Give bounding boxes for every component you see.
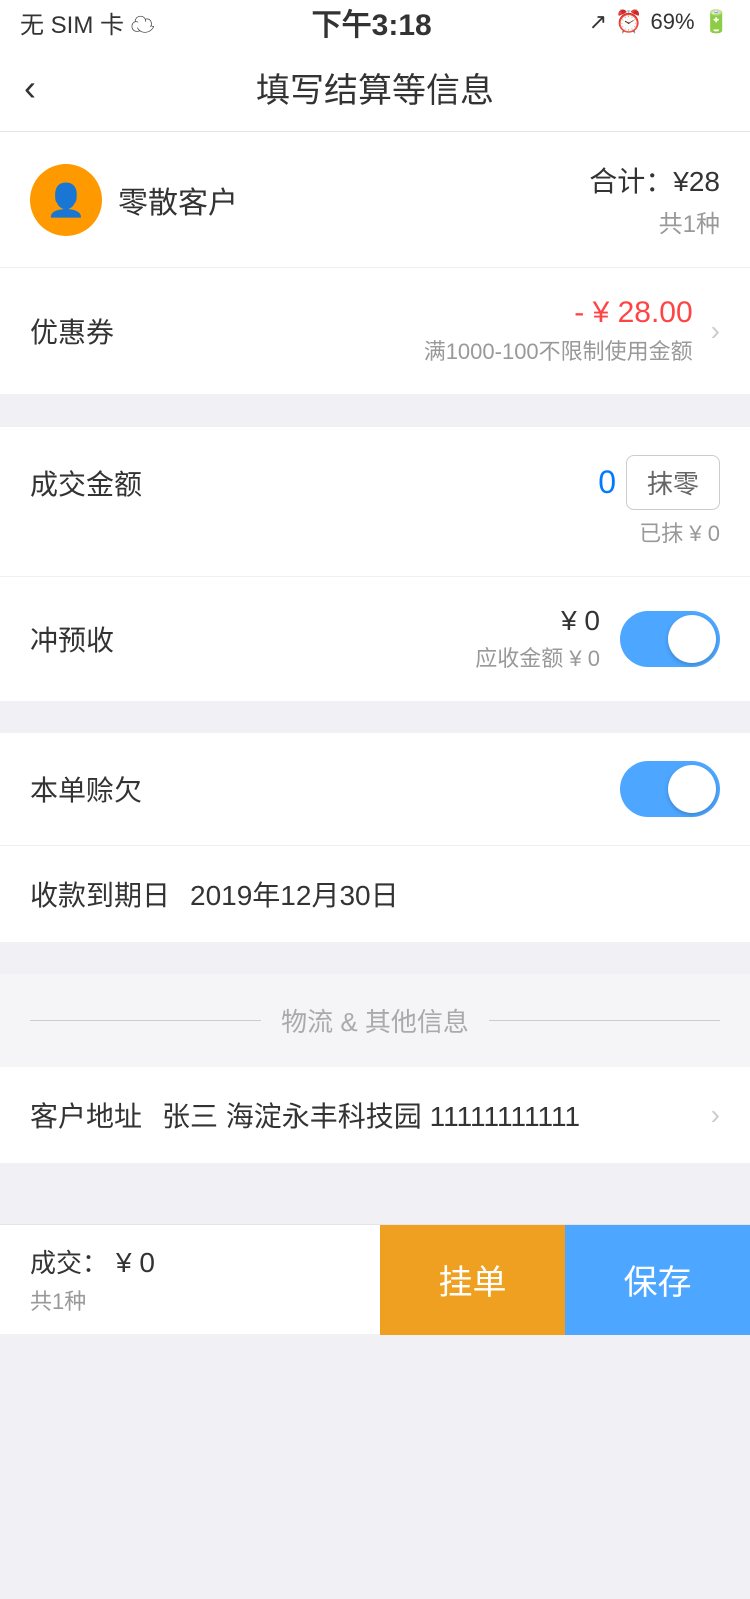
prereceive-sub: 应收金额 ¥ 0 [475,641,600,673]
customer-card: 👤 零散客户 合计：¥28 共1种 优惠券 - ¥ 28.00 满1000-10… [0,132,750,394]
bottom-count: 共1种 [30,1284,350,1316]
transaction-label: 成交金额 [30,463,142,503]
customer-name: 零散客户 [118,178,238,222]
due-date-label: 收款到期日 [30,874,170,914]
debit-label: 本单赊欠 [30,769,142,809]
status-left: 无 SIM 卡 ☁ [20,5,155,40]
save-button[interactable]: 保存 [565,1225,750,1335]
coupon-values: - ¥ 28.00 满1000-100不限制使用金额 [424,296,693,366]
customer-row: 👤 零散客户 合计：¥28 共1种 [0,132,750,267]
status-bar: 无 SIM 卡 ☁ 下午3:18 ↗ ⏰ 69% 🔋 [0,0,750,44]
coupon-sub: 满1000-100不限制使用金额 [424,334,693,366]
debit-toggle[interactable] [620,761,720,817]
debit-card: 本单赊欠 收款到期日 2019年12月30日 [0,733,750,942]
prereceive-toggle[interactable] [620,611,720,667]
address-value: 张三 海淀永丰科技园 11111111111 [162,1095,703,1135]
customer-left: 👤 零散客户 [30,164,238,236]
transaction-sub: 已抹 ¥ 0 [30,516,720,548]
bottom-deal-label: 成交： [30,1243,108,1280]
due-date-value: 2019年12月30日 [190,874,399,914]
back-button[interactable]: ‹ [24,67,36,109]
status-time: 下午3:18 [312,0,432,44]
prereceive-row: 冲预收 ¥ 0 应收金额 ¥ 0 [0,576,750,701]
divider-line-left [30,1020,261,1021]
section-divider-3 [0,958,750,974]
battery-icon: 🔋 [703,9,730,35]
transaction-amount-header: 成交金额 0 抹零 [30,455,720,510]
due-date-row: 收款到期日 2019年12月30日 [0,845,750,942]
prereceive-values: ¥ 0 应收金额 ¥ 0 [475,605,600,673]
address-row[interactable]: 客户地址 张三 海淀永丰科技园 11111111111 › [0,1067,750,1163]
alarm-icon: ⏰ [615,9,642,35]
section-divider-2 [0,717,750,733]
address-label: 客户地址 [30,1095,142,1135]
logistics-divider: 物流 & 其他信息 [0,974,750,1067]
chevron-right-icon: › [711,315,720,347]
avatar-icon: 👤 [46,181,86,219]
location-icon: ↗ [589,9,607,35]
bottom-bar: 成交： ¥ 0 共1种 挂单 保存 [0,1224,750,1334]
prereceive-label: 冲预收 [30,619,114,659]
debit-row: 本单赊欠 [0,733,750,845]
battery-level: 69% [651,9,695,35]
transaction-right: 0 抹零 [598,455,720,510]
avatar: 👤 [30,164,102,236]
coupon-value: - ¥ 28.00 [424,296,693,330]
hold-button[interactable]: 挂单 [380,1225,565,1335]
total-count: 共1种 [589,204,720,239]
coupon-label: 优惠券 [30,311,114,351]
address-card: 客户地址 张三 海淀永丰科技园 11111111111 › [0,1067,750,1163]
coupon-row[interactable]: 优惠券 - ¥ 28.00 满1000-100不限制使用金额 › [0,267,750,394]
transaction-value: 0 [598,464,616,501]
bottom-info: 成交： ¥ 0 共1种 [0,1243,380,1316]
customer-summary: 合计：¥28 共1种 [589,160,720,239]
coupon-right: - ¥ 28.00 满1000-100不限制使用金额 › [424,296,720,366]
prereceive-right: ¥ 0 应收金额 ¥ 0 [475,605,720,673]
round-zero-button[interactable]: 抹零 [626,455,720,510]
section-divider-1 [0,410,750,426]
nav-bar: ‹ 填写结算等信息 [0,44,750,132]
page-title: 填写结算等信息 [256,63,494,112]
divider-line-right [489,1020,720,1021]
address-chevron-icon: › [711,1099,720,1131]
content: 👤 零散客户 合计：¥28 共1种 优惠券 - ¥ 28.00 满1000-10… [0,132,750,1599]
transaction-amount-row: 成交金额 0 抹零 已抹 ¥ 0 [0,426,750,576]
total-amount: 合计：¥28 [589,160,720,200]
bottom-deal-row: 成交： ¥ 0 [30,1243,350,1280]
transaction-card: 成交金额 0 抹零 已抹 ¥ 0 冲预收 ¥ 0 应收金额 ¥ 0 [0,426,750,701]
prereceive-main: ¥ 0 [475,605,600,637]
logistics-label: 物流 & 其他信息 [281,1002,469,1039]
status-right: ↗ ⏰ 69% 🔋 [589,9,730,35]
sim-status: 无 SIM 卡 ☁ [20,5,155,40]
bottom-deal-amount: ¥ 0 [116,1247,155,1279]
